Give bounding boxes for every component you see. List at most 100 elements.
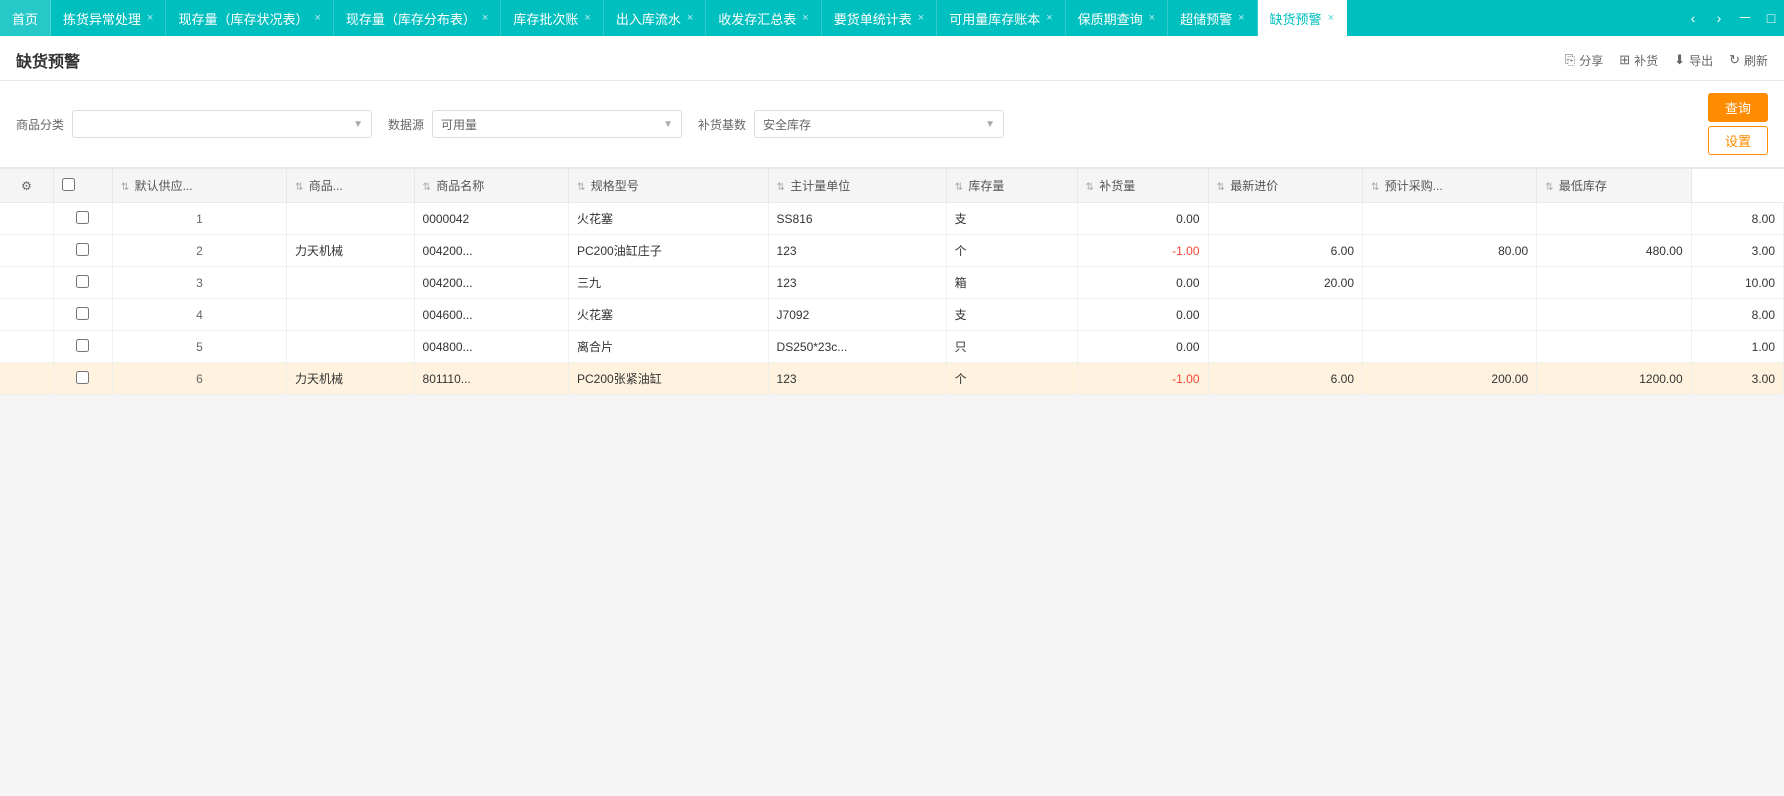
row-replenish-cell [1208,331,1363,363]
row-name-cell: 火花塞 [569,299,769,331]
row-min-stock-cell: 1.00 [1691,331,1783,363]
th-est-purchase[interactable]: ⇅ 预计采购... [1363,169,1537,203]
nav-tab-8[interactable]: 可用量库存账本 × [937,0,1065,36]
nav-tab-11[interactable]: 缺货预警 × [1258,0,1347,36]
row-checkbox[interactable] [76,371,89,384]
row-checkbox[interactable] [76,243,89,256]
row-stock-cell: -1.00 [1077,363,1208,395]
row-name-cell: 离合片 [569,331,769,363]
th-gear: ⚙ [0,169,53,203]
table-row: 4 004600... 火花塞 J7092 支 0.00 8.00 [0,299,1784,331]
nav-tab-10[interactable]: 超储预警 × [1168,0,1257,36]
query-button[interactable]: 查询 [1708,93,1768,122]
row-est-purchase-cell [1537,299,1692,331]
nav-tab-3[interactable]: 现存量（库存分布表） × [334,0,501,36]
row-checkbox[interactable] [76,307,89,320]
header-actions: ⎘ 分享 ⊞ 补货 ⬇ 导出 ↻ 刷新 [1565,52,1768,69]
th-default-supplier[interactable]: ⇅ 默认供应... [112,169,286,203]
row-unit-cell: 支 [946,203,1077,235]
th-item-code[interactable]: ⇅ 商品... [286,169,414,203]
th-latest-price[interactable]: ⇅ 最新进价 [1208,169,1363,203]
row-stock-cell: 0.00 [1077,299,1208,331]
row-checkbox[interactable] [76,275,89,288]
close-icon[interactable]: × [1328,12,1334,24]
nav-tab-2[interactable]: 现存量（库存状况表） × [166,0,333,36]
close-icon[interactable]: × [584,12,590,24]
nav-tab-home[interactable]: 首页 [0,0,51,36]
datasource-filter-group: 数据源 可用量 ▼ [388,110,682,138]
row-checkbox-cell [53,203,112,235]
row-number-cell: 1 [112,203,286,235]
share-button[interactable]: ⎘ 分享 [1565,52,1603,69]
filter-bar: 商品分类 ▼ 数据源 可用量 ▼ 补货基数 安全库存 ▼ 查询 设置 [0,81,1784,168]
row-supplier-cell [286,267,414,299]
sort-icon: ⇅ [423,182,431,193]
select-all-checkbox[interactable] [62,178,75,191]
row-unit-cell: 个 [946,363,1077,395]
row-latest-price-cell [1363,299,1537,331]
row-est-purchase-cell [1537,331,1692,363]
row-name-cell: 火花塞 [569,203,769,235]
nav-tab-5[interactable]: 出入库流水 × [604,0,706,36]
row-est-purchase-cell: 1200.00 [1537,363,1692,395]
chevron-down-icon: ▼ [663,119,673,130]
maximize-button[interactable]: □ [1758,0,1784,36]
close-icon[interactable]: × [918,12,924,24]
th-item-name[interactable]: ⇅ 商品名称 [414,169,569,203]
replenish-button[interactable]: ⊞ 补货 [1619,52,1658,69]
th-min-stock[interactable]: ⇅ 最低库存 [1537,169,1692,203]
sort-icon: ⇅ [1086,182,1094,193]
nav-next-button[interactable]: › [1706,0,1732,36]
row-latest-price-cell [1363,267,1537,299]
table-container: ⚙ ⇅ 默认供应... ⇅ 商品... ⇅ 商品名称 [0,168,1784,395]
row-gear-cell [0,363,53,395]
th-spec[interactable]: ⇅ 规格型号 [569,169,769,203]
row-checkbox-cell [53,299,112,331]
close-icon[interactable]: × [1149,12,1155,24]
nav-tab-1[interactable]: 拣货异常处理 × [51,0,166,36]
row-checkbox-cell [53,235,112,267]
nav-tab-4[interactable]: 库存批次账 × [501,0,603,36]
row-checkbox[interactable] [76,339,89,352]
minimize-button[interactable]: － [1732,0,1758,36]
row-stock-cell: 0.00 [1077,203,1208,235]
nav-tab-6[interactable]: 收发存汇总表 × [706,0,821,36]
close-icon[interactable]: × [1238,12,1244,24]
row-name-cell: PC200张紧油缸 [569,363,769,395]
nav-prev-button[interactable]: ‹ [1680,0,1706,36]
close-icon[interactable]: × [802,12,808,24]
sort-icon: ⇅ [1371,182,1379,193]
category-select[interactable]: ▼ [72,110,372,138]
close-icon[interactable]: × [1046,12,1052,24]
row-min-stock-cell: 8.00 [1691,203,1783,235]
category-label: 商品分类 [16,116,64,133]
th-replenish[interactable]: ⇅ 补货量 [1077,169,1208,203]
close-icon[interactable]: × [687,12,693,24]
datasource-select-value: 可用量 [441,116,477,133]
sort-icon: ⇅ [295,182,303,193]
close-icon[interactable]: × [147,12,153,24]
datasource-select[interactable]: 可用量 ▼ [432,110,682,138]
export-button[interactable]: ⬇ 导出 [1674,52,1713,69]
th-stock[interactable]: ⇅ 库存量 [946,169,1077,203]
nav-tab-7[interactable]: 要货单统计表 × [822,0,937,36]
nav-tab-9[interactable]: 保质期查询 × [1066,0,1168,36]
row-spec-cell: DS250*23c... [768,331,946,363]
settings-button[interactable]: 设置 [1708,126,1768,155]
close-icon[interactable]: × [314,12,320,24]
row-gear-cell [0,299,53,331]
row-checkbox[interactable] [76,211,89,224]
refresh-button[interactable]: ↻ 刷新 [1729,52,1768,69]
main-content: 缺货预警 ⎘ 分享 ⊞ 补货 ⬇ 导出 ↻ 刷新 商品分类 [0,36,1784,395]
row-code-cell: 801110... [414,363,569,395]
row-latest-price-cell [1363,331,1537,363]
row-spec-cell: 123 [768,267,946,299]
row-gear-cell [0,267,53,299]
th-checkbox [53,169,112,203]
page-header: 缺货预警 ⎘ 分享 ⊞ 补货 ⬇ 导出 ↻ 刷新 [0,36,1784,81]
th-unit[interactable]: ⇅ 主计量单位 [768,169,946,203]
replenish-base-select[interactable]: 安全库存 ▼ [754,110,1004,138]
chevron-down-icon: ▼ [985,119,995,130]
gear-icon[interactable]: ⚙ [21,179,32,193]
close-icon[interactable]: × [482,12,488,24]
